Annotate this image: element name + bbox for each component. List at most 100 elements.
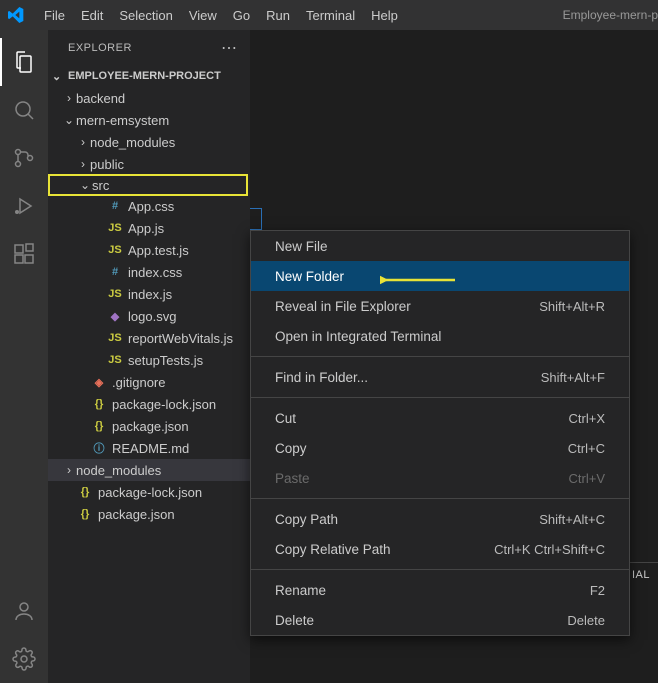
tree-item-backend[interactable]: ›backend — [48, 87, 250, 109]
tree-item-label: mern-emsystem — [76, 113, 169, 128]
account-icon[interactable] — [0, 587, 48, 635]
tree-item-label: src — [92, 178, 109, 193]
ctx-delete[interactable]: DeleteDelete — [251, 605, 629, 635]
settings-icon[interactable] — [0, 635, 48, 683]
ctx-item-shortcut: Shift+Alt+F — [541, 370, 605, 385]
tree-item-label: package-lock.json — [98, 485, 202, 500]
ctx-separator — [251, 397, 629, 398]
tree-item-package-json[interactable]: {} package.json — [48, 503, 250, 525]
ctx-item-shortcut: Delete — [567, 613, 605, 628]
window-title: Employee-mern-p — [563, 8, 658, 22]
tree-item-package-lock-json[interactable]: {} package-lock.json — [48, 393, 250, 415]
tree-item-label: App.test.js — [128, 243, 189, 258]
file-type-icon: ◈ — [90, 376, 108, 389]
file-type-icon: JS — [106, 332, 124, 344]
tree-item-label: index.js — [128, 287, 172, 302]
ctx-item-shortcut: Shift+Alt+C — [539, 512, 605, 527]
tree-item-logo-svg[interactable]: ◆ logo.svg — [48, 305, 250, 327]
chevron-down-icon: ⌄ — [62, 113, 76, 127]
tree-item-label: index.css — [128, 265, 182, 280]
chevron-right-icon: › — [76, 157, 90, 171]
tree-item-label: App.css — [128, 199, 174, 214]
ctx-item-label: New Folder — [275, 269, 344, 284]
ctx-copy-relative-path[interactable]: Copy Relative PathCtrl+K Ctrl+Shift+C — [251, 534, 629, 564]
file-type-icon: JS — [106, 244, 124, 256]
tree-item-node-modules[interactable]: ›node_modules — [48, 131, 250, 153]
menu-file[interactable]: File — [36, 0, 73, 30]
menu-selection[interactable]: Selection — [111, 0, 180, 30]
tree-item-label: reportWebVitals.js — [128, 331, 233, 346]
menu-view[interactable]: View — [181, 0, 225, 30]
tree-item-node-modules[interactable]: ›node_modules — [48, 459, 250, 481]
ctx-item-label: Reveal in File Explorer — [275, 299, 411, 314]
tree-item-public[interactable]: ›public — [48, 153, 250, 175]
ctx-item-label: Copy Path — [275, 512, 338, 527]
ctx-item-label: Paste — [275, 471, 310, 486]
file-tree: ›backend⌄mern-emsystem›node_modules›publ… — [48, 87, 250, 683]
chevron-right-icon: › — [76, 135, 90, 149]
tree-item-label: setupTests.js — [128, 353, 203, 368]
tree-item-package-lock-json[interactable]: {} package-lock.json — [48, 481, 250, 503]
tree-item-label: README.md — [112, 441, 189, 456]
ctx-open-in-integrated-terminal[interactable]: Open in Integrated Terminal — [251, 321, 629, 351]
ctx-item-shortcut: Ctrl+V — [569, 471, 605, 486]
explorer-icon[interactable] — [0, 38, 48, 86]
tree-item-setuptests-js[interactable]: JS setupTests.js — [48, 349, 250, 371]
ctx-reveal-in-file-explorer[interactable]: Reveal in File ExplorerShift+Alt+R — [251, 291, 629, 321]
ctx-separator — [251, 498, 629, 499]
ctx-separator — [251, 356, 629, 357]
tree-item-label: package-lock.json — [112, 397, 216, 412]
ctx-cut[interactable]: CutCtrl+X — [251, 403, 629, 433]
menu-go[interactable]: Go — [225, 0, 258, 30]
explorer-header: EXPLORER ⋯ — [48, 30, 250, 65]
chevron-down-icon: ⌄ — [78, 178, 92, 192]
search-icon[interactable] — [0, 86, 48, 134]
tree-item-index-js[interactable]: JS index.js — [48, 283, 250, 305]
selection-outline — [250, 208, 262, 230]
tree-item-app-js[interactable]: JSApp.js — [48, 217, 250, 239]
tree-item-index-css[interactable]: #index.css — [48, 261, 250, 283]
panel-tab-fragment[interactable]: IAL — [630, 562, 658, 586]
file-type-icon: # — [106, 200, 124, 212]
file-type-icon: JS — [106, 354, 124, 366]
tree-item-mern-emsystem[interactable]: ⌄mern-emsystem — [48, 109, 250, 131]
tree-item-label: backend — [76, 91, 125, 106]
file-type-icon: JS — [106, 288, 124, 300]
tree-item-app-css[interactable]: # App.css — [48, 195, 250, 217]
tree-item-app-test-js[interactable]: JS App.test.js — [48, 239, 250, 261]
file-type-icon: {} — [76, 508, 94, 520]
ctx-item-label: Rename — [275, 583, 326, 598]
ctx-new-file[interactable]: New File — [251, 231, 629, 261]
file-type-icon: {} — [76, 486, 94, 498]
menu-terminal[interactable]: Terminal — [298, 0, 363, 30]
tree-item-readme-md[interactable]: ⓘREADME.md — [48, 437, 250, 459]
debug-icon[interactable] — [0, 182, 48, 230]
ctx-item-shortcut: F2 — [590, 583, 605, 598]
ctx-item-label: Open in Integrated Terminal — [275, 329, 441, 344]
project-root[interactable]: ⌄ EMPLOYEE-MERN-PROJECT — [48, 65, 250, 87]
ctx-separator — [251, 569, 629, 570]
tree-item-src[interactable]: ⌄src — [48, 174, 248, 196]
menu-run[interactable]: Run — [258, 0, 298, 30]
tree-item--gitignore[interactable]: ◈ .gitignore — [48, 371, 250, 393]
ctx-copy[interactable]: CopyCtrl+C — [251, 433, 629, 463]
ctx-find-in-folder---[interactable]: Find in Folder...Shift+Alt+F — [251, 362, 629, 392]
menu-bar: FileEditSelectionViewGoRunTerminalHelp — [36, 0, 406, 30]
ctx-copy-path[interactable]: Copy Path Shift+Alt+C — [251, 504, 629, 534]
tree-item-package-json[interactable]: {}package.json — [48, 415, 250, 437]
ctx-item-label: Copy — [275, 441, 307, 456]
tree-item-label: App.js — [128, 221, 164, 236]
file-type-icon: ◆ — [106, 310, 124, 323]
tree-item-label: package.json — [98, 507, 175, 522]
file-type-icon: {} — [90, 398, 108, 410]
menu-edit[interactable]: Edit — [73, 0, 111, 30]
menu-help[interactable]: Help — [363, 0, 406, 30]
tree-item-label: logo.svg — [128, 309, 176, 324]
source-control-icon[interactable] — [0, 134, 48, 182]
ctx-rename[interactable]: Rename F2 — [251, 575, 629, 605]
tree-item-label: .gitignore — [112, 375, 165, 390]
extensions-icon[interactable] — [0, 230, 48, 278]
tree-item-reportwebvitals-js[interactable]: JS reportWebVitals.js — [48, 327, 250, 349]
ctx-new-folder[interactable]: New Folder — [251, 261, 629, 291]
explorer-more-icon[interactable]: ⋯ — [221, 38, 238, 58]
